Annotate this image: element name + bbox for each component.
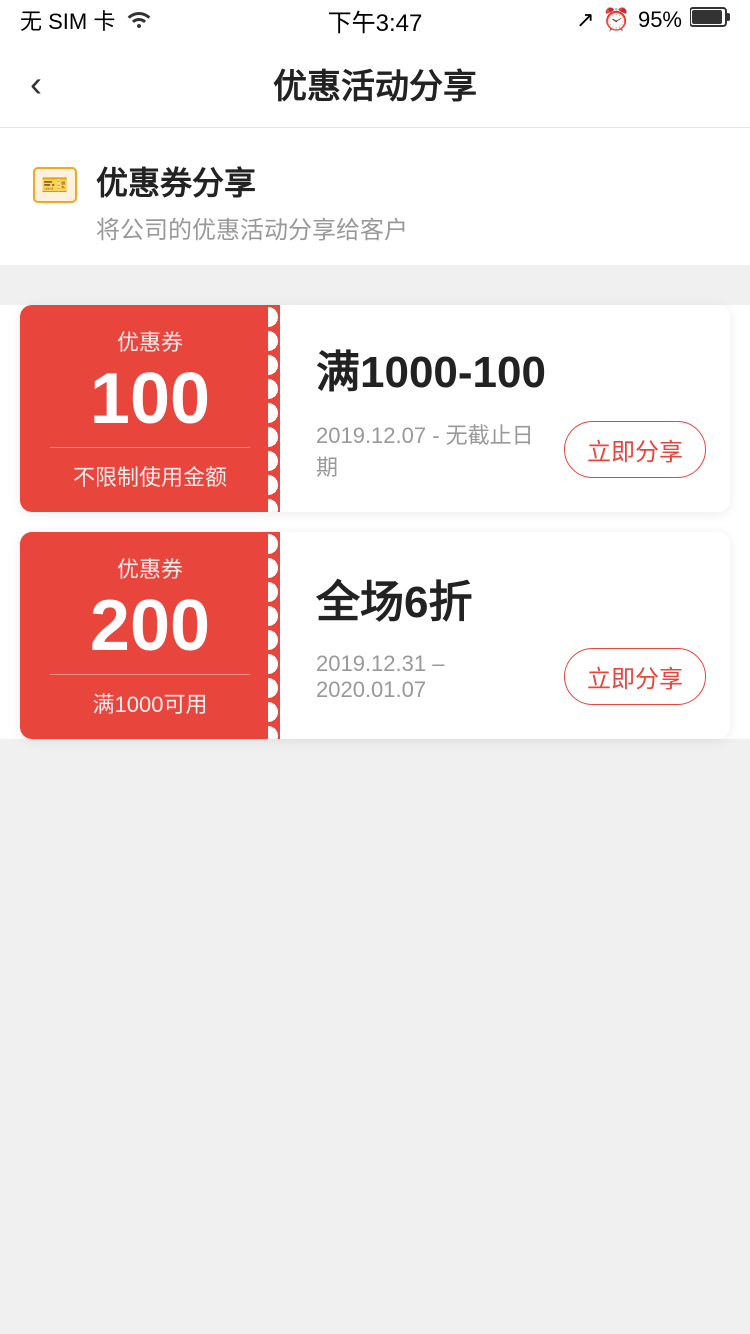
status-left: 无 SIM 卡 xyxy=(20,4,153,36)
location-icon: ↗ xyxy=(576,7,594,33)
coupon-section-icon: 🎫 xyxy=(30,160,80,210)
section-header: 🎫 优惠券分享 将公司的优惠活动分享给客户 xyxy=(0,128,750,265)
battery-icon xyxy=(690,6,730,34)
coupon-amount-2: 200 xyxy=(90,590,210,662)
coupon-date-row-1: 2019.12.07 - 无截止日期 立即分享 xyxy=(316,418,706,482)
coupon-divider-2 xyxy=(50,674,250,675)
coupon-name-2: 全场6折 xyxy=(316,566,706,630)
coupon-condition-1: 不限制使用金额 xyxy=(73,460,227,492)
share-button-2[interactable]: 立即分享 xyxy=(564,648,706,705)
bottom-empty-area xyxy=(0,759,750,1159)
nav-bar: ‹ 优惠活动分享 xyxy=(0,40,750,128)
coupon-name-1: 满1000-100 xyxy=(316,336,706,400)
coupon-card-2: 优惠券 200 满1000可用 全场6折 2019.12.31 – 2020.0… xyxy=(20,532,730,739)
coupon-card-1: 优惠券 100 不限制使用金额 满1000-100 2019.12.07 - 无… xyxy=(20,305,730,512)
coupon-right-2: 全场6折 2019.12.31 – 2020.01.07 立即分享 xyxy=(280,532,730,739)
coupon-date-1: 2019.12.07 - 无截止日期 xyxy=(316,418,554,482)
sim-label: 无 SIM 卡 xyxy=(20,4,115,36)
coupon-date-row-2: 2019.12.31 – 2020.01.07 立即分享 xyxy=(316,648,706,705)
svg-text:🎫: 🎫 xyxy=(41,172,68,197)
coupon-amount-1: 100 xyxy=(90,363,210,435)
coupon-condition-2: 满1000可用 xyxy=(93,687,208,719)
coupon-divider-1 xyxy=(50,447,250,448)
status-time: 下午3:47 xyxy=(328,3,423,38)
status-bar: 无 SIM 卡 下午3:47 ↗ ⏰ 95% xyxy=(0,0,750,40)
coupon-list: 优惠券 100 不限制使用金额 满1000-100 2019.12.07 - 无… xyxy=(0,305,750,739)
status-right: ↗ ⏰ 95% xyxy=(576,6,730,34)
section-subtitle: 将公司的优惠活动分享给客户 xyxy=(96,210,408,245)
coupon-date-2: 2019.12.31 – 2020.01.07 xyxy=(316,651,554,703)
coupon-label-2: 优惠券 xyxy=(117,552,183,584)
coupon-label-1: 优惠券 xyxy=(117,325,183,357)
section-text: 优惠券分享 将公司的优惠活动分享给客户 xyxy=(96,158,408,245)
share-button-1[interactable]: 立即分享 xyxy=(564,421,706,478)
alarm-icon: ⏰ xyxy=(603,7,630,33)
back-button[interactable]: ‹ xyxy=(30,63,42,105)
wifi-icon xyxy=(125,6,153,34)
coupon-left-2: 优惠券 200 满1000可用 xyxy=(20,532,280,739)
coupon-right-1: 满1000-100 2019.12.07 - 无截止日期 立即分享 xyxy=(280,305,730,512)
page-title: 优惠活动分享 xyxy=(273,59,477,108)
battery-label: 95% xyxy=(638,7,682,33)
section-title: 优惠券分享 xyxy=(96,158,408,204)
section-divider xyxy=(0,265,750,285)
coupon-left-1: 优惠券 100 不限制使用金额 xyxy=(20,305,280,512)
